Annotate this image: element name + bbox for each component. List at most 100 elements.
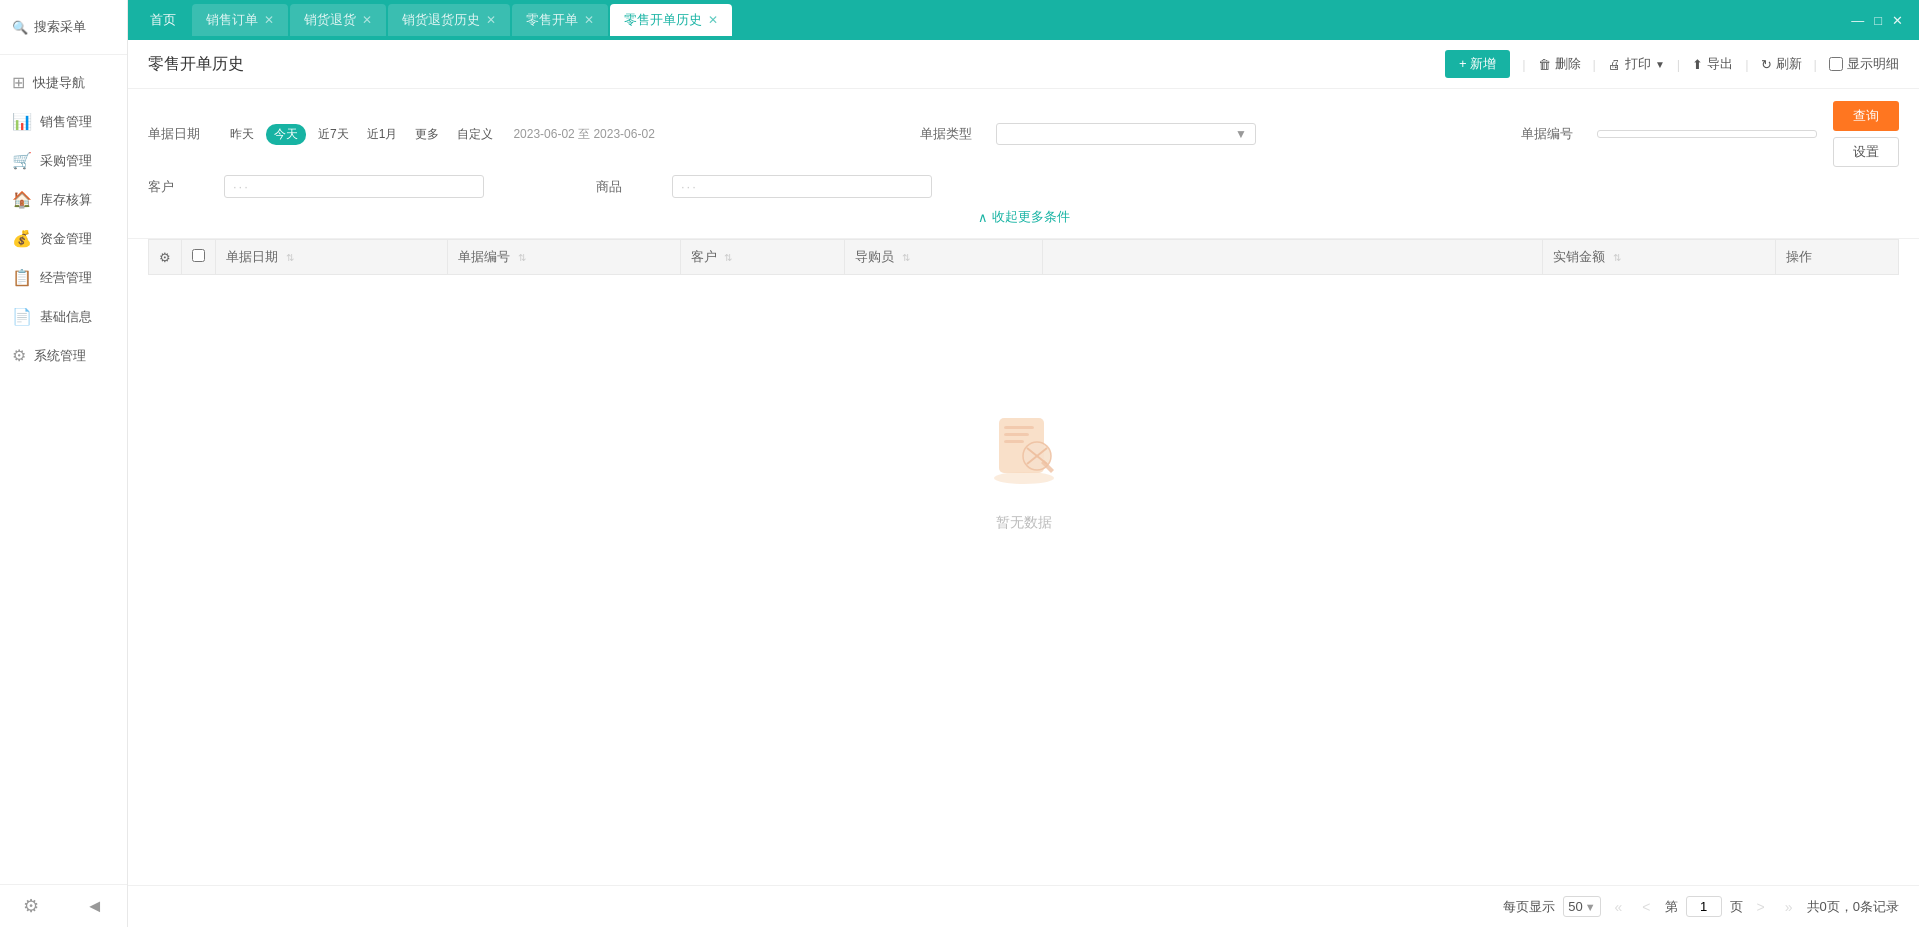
guide-sort-icon[interactable]: ⇅ — [902, 252, 910, 263]
sidebar-item-sales-mgmt[interactable]: 📊 销售管理 — [0, 102, 127, 141]
first-page-btn[interactable]: « — [1609, 897, 1629, 917]
window-close[interactable]: ✕ — [1892, 13, 1903, 28]
tab-retail-open-history-close[interactable]: ✕ — [708, 13, 718, 27]
date-btn-last7[interactable]: 近7天 — [312, 124, 355, 145]
total-info: 共0页，0条记录 — [1807, 898, 1899, 916]
customer-sort-icon[interactable]: ⇅ — [724, 252, 732, 263]
display-toggle-label: 显示明细 — [1847, 55, 1899, 73]
column-settings-icon[interactable]: ⚙ — [159, 250, 171, 265]
sidebar-item-operations-label: 经营管理 — [40, 269, 92, 287]
display-toggle[interactable]: 显示明细 — [1829, 55, 1899, 73]
window-maximize[interactable]: □ — [1874, 13, 1882, 28]
date-btn-custom[interactable]: 自定义 — [451, 124, 499, 145]
date-sort-icon[interactable]: ⇅ — [286, 252, 294, 263]
collapse-btn[interactable]: ∧ 收起更多条件 — [148, 208, 1899, 234]
customer-input[interactable]: ··· — [224, 175, 484, 198]
per-page-arrow: ▼ — [1585, 901, 1596, 913]
number-sort-icon[interactable]: ⇅ — [518, 252, 526, 263]
tab-sales-order[interactable]: 销售订单 ✕ — [192, 4, 288, 36]
goods-input[interactable]: ··· — [672, 175, 932, 198]
basic-info-icon: 📄 — [12, 307, 32, 326]
tab-sales-order-label: 销售订单 — [206, 11, 258, 29]
th-guide[interactable]: 导购员 ⇅ — [845, 240, 1043, 275]
prev-page-btn[interactable]: < — [1636, 897, 1656, 917]
date-btn-yesterday[interactable]: 昨天 — [224, 124, 260, 145]
doc-type-select[interactable]: ▼ — [996, 123, 1256, 145]
page-header: 零售开单历史 + 新增 | 🗑 删除 | 🖨 打印 ▼ | ⬆ 导出 — [128, 40, 1919, 89]
collapse-label: 收起更多条件 — [992, 208, 1070, 226]
page-input[interactable] — [1686, 896, 1722, 917]
print-button[interactable]: 🖨 打印 ▼ — [1608, 55, 1665, 73]
svg-rect-3 — [1004, 433, 1029, 436]
last-page-btn[interactable]: » — [1779, 897, 1799, 917]
doc-type-arrow: ▼ — [1235, 127, 1247, 141]
th-number-label: 单据编号 — [458, 249, 510, 264]
add-button[interactable]: + 新增 — [1445, 50, 1510, 78]
sidebar-item-system-label: 系统管理 — [34, 347, 86, 365]
per-page-label: 每页显示 — [1503, 898, 1555, 916]
tab-retail-open-history[interactable]: 零售开单历史 ✕ — [610, 4, 732, 36]
tab-home[interactable]: 首页 — [136, 4, 190, 36]
sidebar-item-basic-info[interactable]: 📄 基础信息 — [0, 297, 127, 336]
doc-number-input[interactable] — [1597, 130, 1817, 138]
export-button[interactable]: ⬆ 导出 — [1692, 55, 1733, 73]
sidebar-item-quick-nav[interactable]: ⊞ 快捷导航 — [0, 63, 127, 102]
toolbar: + 新增 | 🗑 删除 | 🖨 打印 ▼ | ⬆ 导出 | — [1445, 50, 1899, 78]
refresh-button[interactable]: ↻ 刷新 — [1761, 55, 1802, 73]
tab-sales-return-close[interactable]: ✕ — [362, 13, 372, 27]
sidebar-search[interactable]: 🔍 搜索采单 — [0, 12, 127, 42]
settings-button[interactable]: 设置 — [1833, 137, 1899, 167]
sidebar-settings-button[interactable]: ⚙ — [23, 895, 39, 917]
tab-sales-return-history-label: 销货退货历史 — [402, 11, 480, 29]
next-page-btn[interactable]: > — [1751, 897, 1771, 917]
th-number[interactable]: 单据编号 ⇅ — [448, 240, 680, 275]
pagination: 每页显示 50 ▼ « < 第 页 > » 共0页，0条记录 — [128, 885, 1919, 927]
sidebar-item-finance[interactable]: 💰 资金管理 — [0, 219, 127, 258]
goods-dots: ··· — [681, 179, 698, 194]
empty-text: 暂无数据 — [996, 514, 1052, 532]
th-settings[interactable]: ⚙ — [149, 240, 182, 275]
date-btn-today[interactable]: 今天 — [266, 124, 306, 145]
goods-label: 商品 — [596, 178, 656, 196]
tab-sales-return-history-close[interactable]: ✕ — [486, 13, 496, 27]
tab-retail-open[interactable]: 零售开单 ✕ — [512, 4, 608, 36]
sidebar-item-purchase-mgmt[interactable]: 🛒 采购管理 — [0, 141, 127, 180]
per-page-select[interactable]: 50 ▼ — [1563, 896, 1600, 917]
th-date-label: 单据日期 — [226, 249, 278, 264]
th-action: 操作 — [1775, 240, 1898, 275]
date-btn-more[interactable]: 更多 — [409, 124, 445, 145]
th-checkbox[interactable] — [182, 240, 216, 275]
filter-area: 单据日期 昨天 今天 近7天 近1月 更多 自定义 2023-06-02 至 2… — [128, 89, 1919, 239]
amount-sort-icon[interactable]: ⇅ — [1613, 252, 1621, 263]
sidebar-item-system-mgmt[interactable]: ⚙ 系统管理 — [0, 336, 127, 375]
print-arrow: ▼ — [1655, 59, 1665, 70]
table-area: ⚙ 单据日期 ⇅ 单据编号 ⇅ — [128, 239, 1919, 885]
print-icon: 🖨 — [1608, 57, 1621, 72]
delete-button[interactable]: 🗑 删除 — [1538, 55, 1581, 73]
tab-sales-order-close[interactable]: ✕ — [264, 13, 274, 27]
display-toggle-checkbox[interactable] — [1829, 57, 1843, 71]
sidebar-item-inventory[interactable]: 🏠 库存核算 — [0, 180, 127, 219]
customer-label: 客户 — [148, 178, 208, 196]
operations-icon: 📋 — [12, 268, 32, 287]
th-date[interactable]: 单据日期 ⇅ — [216, 240, 448, 275]
window-minimize[interactable]: — — [1851, 13, 1864, 28]
search-icon: 🔍 — [12, 20, 28, 35]
th-amount[interactable]: 实销金额 ⇅ — [1543, 240, 1775, 275]
query-button[interactable]: 查询 — [1833, 101, 1899, 131]
tab-sales-return[interactable]: 销货退货 ✕ — [290, 4, 386, 36]
sidebar-item-operations[interactable]: 📋 经营管理 — [0, 258, 127, 297]
tabs-bar: 首页 销售订单 ✕ 销货退货 ✕ 销货退货历史 ✕ 零售开单 ✕ 零售开单历史 … — [128, 0, 1919, 40]
date-btn-last-month[interactable]: 近1月 — [361, 124, 404, 145]
date-range: 2023-06-02 至 2023-06-02 — [513, 126, 654, 143]
tab-retail-open-close[interactable]: ✕ — [584, 13, 594, 27]
system-icon: ⚙ — [12, 346, 26, 365]
content: 零售开单历史 + 新增 | 🗑 删除 | 🖨 打印 ▼ | ⬆ 导出 — [128, 40, 1919, 927]
sep3: | — [1677, 57, 1680, 72]
select-all-checkbox[interactable] — [192, 249, 205, 262]
th-amount-label: 实销金额 — [1553, 249, 1605, 264]
tab-sales-return-history[interactable]: 销货退货历史 ✕ — [388, 4, 510, 36]
th-customer[interactable]: 客户 ⇅ — [680, 240, 844, 275]
filter-date-btns: 昨天 今天 近7天 近1月 更多 自定义 2023-06-02 至 2023-0… — [224, 124, 655, 145]
sidebar-collapse-button[interactable]: ◄ — [86, 896, 104, 917]
